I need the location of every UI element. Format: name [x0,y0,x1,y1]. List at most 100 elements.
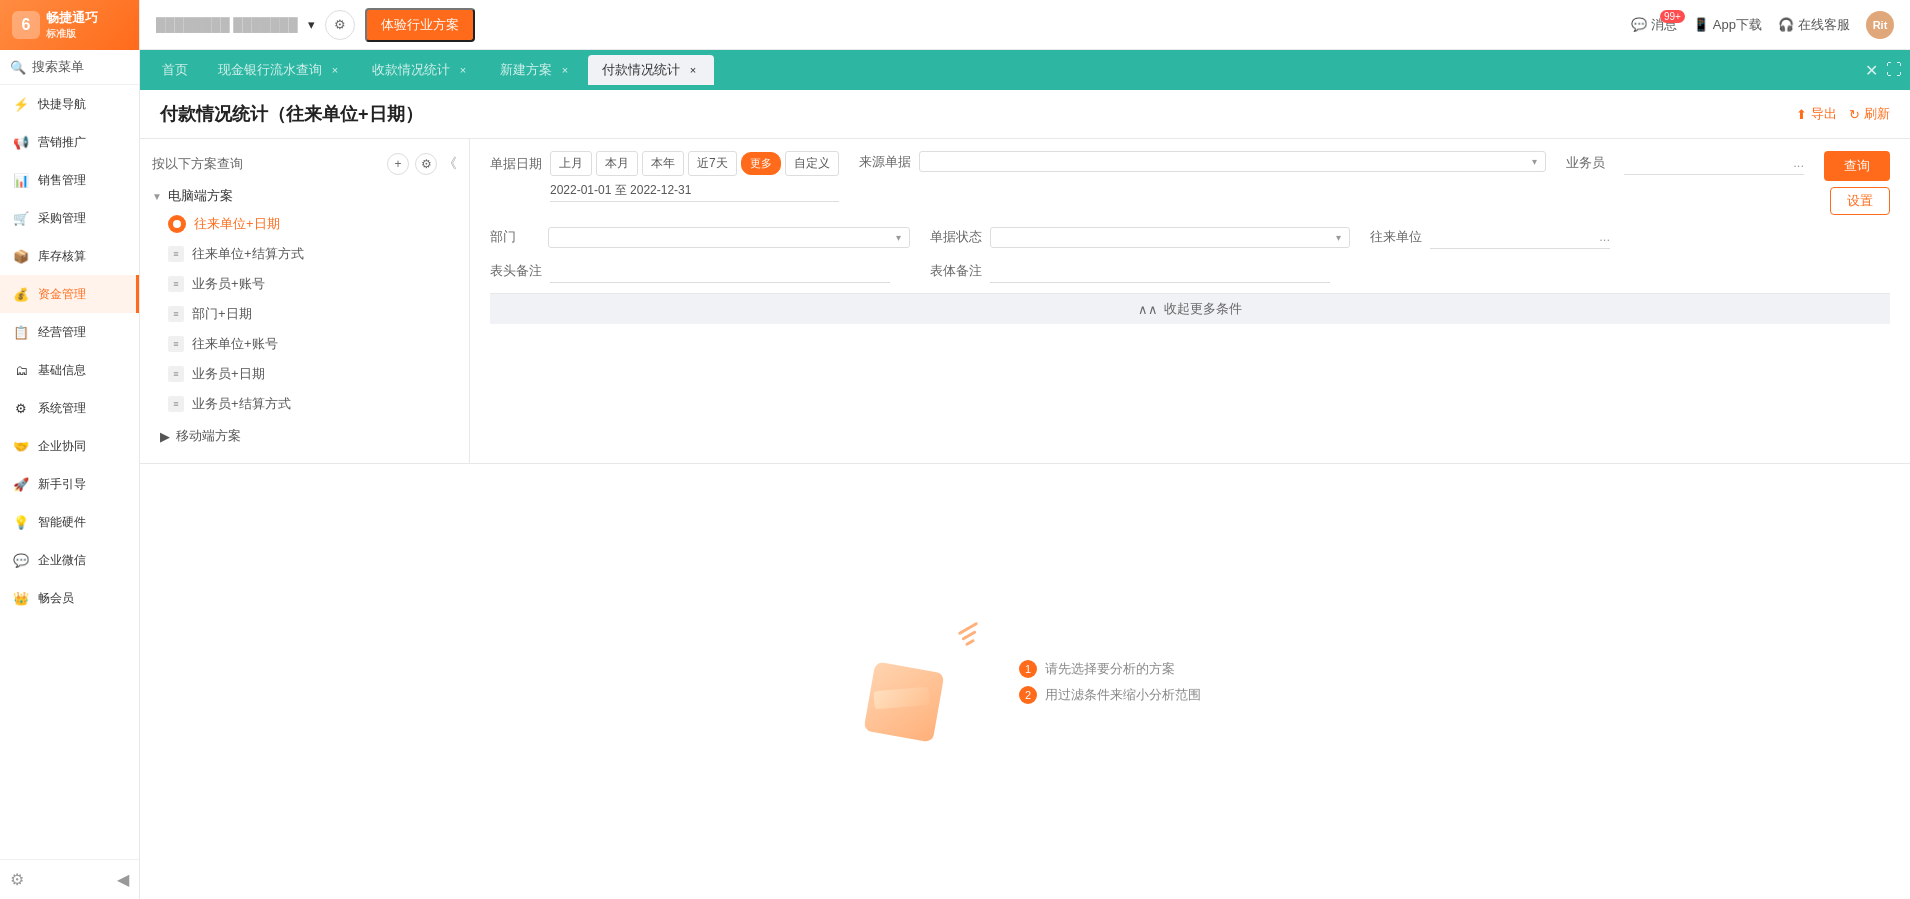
brand-label: ████████ ███████ [156,17,298,32]
scheme-item-label: 往来单位+日期 [194,215,280,233]
sidebar-item-system[interactable]: ⚙ 系统管理 [0,389,139,427]
scheme-item-salesman-account[interactable]: ≡ 业务员+账号 [140,269,469,299]
tab-home[interactable]: 首页 [148,55,202,85]
vip-icon: 👑 [12,589,30,607]
sidebar-settings-icon[interactable]: ⚙ [10,870,24,889]
tab-receipt-stats-close[interactable]: × [456,63,470,77]
partner-dots[interactable]: ... [1599,229,1610,244]
active-scheme-dot [168,215,186,233]
scheme-add-btn[interactable]: + [387,153,409,175]
dept-select[interactable]: ▾ [548,227,910,248]
scheme-item-salesman-date[interactable]: ≡ 业务员+日期 [140,359,469,389]
scheme-item-dept-date[interactable]: ≡ 部门+日期 [140,299,469,329]
refresh-icon: ↻ [1849,107,1860,122]
app-download-btn[interactable]: 📱 App下载 [1693,16,1762,34]
sidebar-item-vip[interactable]: 👑 畅会员 [0,579,139,617]
settings-btn[interactable]: 设置 [1830,187,1890,215]
scheme-desktop-group-header[interactable]: ▼ 电脑端方案 [140,183,469,209]
tab-receipt-stats-label: 收款情况统计 [372,61,450,79]
sidebar-item-label: 库存核算 [38,248,86,265]
date-btn-group: 上月 本月 本年 近7天 更多 自定义 [550,151,839,176]
sidebar-search[interactable]: 🔍 搜索菜单 [0,50,139,85]
download-icon: 📱 [1693,17,1709,32]
sidebar-item-marketing[interactable]: 📢 营销推广 [0,123,139,161]
trial-btn[interactable]: 体验行业方案 [365,8,475,42]
salesman-dots[interactable]: ... [1793,155,1804,170]
bill-status-select[interactable]: ▾ [990,227,1350,248]
source-bill-select[interactable]: ▾ [919,151,1546,172]
tab-receipt-stats[interactable]: 收款情况统计 × [358,55,484,85]
page-header-actions: ⬆ 导出 ↻ 刷新 [1796,105,1890,123]
dept-arrow: ▾ [896,232,901,243]
sidebar-item-label: 销售管理 [38,172,86,189]
scheme-item-label: 往来单位+账号 [192,335,278,353]
sidebar-item-purchase[interactable]: 🛒 采购管理 [0,199,139,237]
bill-status-label: 单据状态 [930,228,982,246]
date-btn-custom[interactable]: 自定义 [785,151,839,176]
sidebar-item-sales[interactable]: 📊 销售管理 [0,161,139,199]
tab-cash-flow-close[interactable]: × [328,63,342,77]
sidebar-item-label: 系统管理 [38,400,86,417]
sidebar-item-inventory[interactable]: 📦 库存核算 [0,237,139,275]
refresh-btn[interactable]: ↻ 刷新 [1849,105,1890,123]
inventory-icon: 📦 [12,247,30,265]
page: 付款情况统计（往来单位+日期） ⬆ 导出 ↻ 刷新 [140,90,1910,899]
scheme-settings-btn[interactable]: ⚙ [415,153,437,175]
scheme-panel-title: 按以下方案查询 [152,155,243,173]
export-btn[interactable]: ⬆ 导出 [1796,105,1837,123]
date-filter-label: 单据日期 [490,151,542,173]
topbar-dropdown[interactable]: ▾ [308,17,315,32]
sidebar-collapse-icon[interactable]: ◀ [117,870,129,889]
scheme-mobile-group-header[interactable]: ▶ 移动端方案 [140,423,469,449]
sidebar-header: 6 畅捷通巧 标准版 [0,0,139,50]
tabbar-fullscreen-btn[interactable]: ⛶ [1886,61,1902,80]
sidebar-item-label: 营销推广 [38,134,86,151]
date-btn-this-year[interactable]: 本年 [642,151,684,176]
scheme-item-partner-date[interactable]: 往来单位+日期 [140,209,469,239]
scheme-mobile-group: ▶ 移动端方案 [140,423,469,449]
sidebar-item-finance[interactable]: 💰 资金管理 [0,275,139,313]
scheme-item-salesman-settle[interactable]: ≡ 业务员+结算方式 [140,389,469,419]
sidebar-item-wechat[interactable]: 💬 企业微信 [0,541,139,579]
message-btn[interactable]: 💬 消息 99+ [1631,16,1677,34]
scheme-item-icon-bar: ≡ [168,336,184,352]
sidebar-item-label: 企业微信 [38,552,86,569]
sidebar-item-operations[interactable]: 📋 经营管理 [0,313,139,351]
partner-label: 往来单位 [1370,228,1422,246]
quick-nav-icon: ⚡ [12,95,30,113]
topbar-settings-btn[interactable]: ⚙ [325,10,355,40]
purchase-icon: 🛒 [12,209,30,227]
tab-payment-stats[interactable]: 付款情况统计 × [588,55,714,85]
sidebar-item-smart-hw[interactable]: 💡 智能硬件 [0,503,139,541]
scheme-collapse-btn[interactable]: 《 [443,155,457,173]
basic-info-icon: 🗂 [12,361,30,379]
collapse-more-btn[interactable]: ∧∧ 收起更多条件 [490,293,1890,324]
app-header-text: 畅捷通巧 标准版 [46,9,98,41]
scheme-item-label: 往来单位+结算方式 [192,245,304,263]
query-btn[interactable]: 查询 [1824,151,1890,181]
page-title: 付款情况统计（往来单位+日期） [160,102,423,126]
app-download-label: App下载 [1713,16,1762,34]
user-avatar[interactable]: Rit [1866,11,1894,39]
tab-new-scheme[interactable]: 新建方案 × [486,55,586,85]
mobile-group-arrow: ▶ [160,429,170,444]
online-service-label: 在线客服 [1798,16,1850,34]
tabbar-close-btn[interactable]: ✕ [1865,61,1878,80]
sidebar-item-basic-info[interactable]: 🗂 基础信息 [0,351,139,389]
tab-new-scheme-close[interactable]: × [558,63,572,77]
date-btn-last-month[interactable]: 上月 [550,151,592,176]
sidebar-item-guide[interactable]: 🚀 新手引导 [0,465,139,503]
date-btn-this-month[interactable]: 本月 [596,151,638,176]
scheme-item-partner-settle[interactable]: ≡ 往来单位+结算方式 [140,239,469,269]
tabbar: 首页 现金银行流水查询 × 收款情况统计 × 新建方案 × 付款情况统计 × ✕… [140,50,1910,90]
sidebar-item-enterprise[interactable]: 🤝 企业协同 [0,427,139,465]
filter-panel: 按以下方案查询 + ⚙ 《 [140,139,1910,464]
sidebar-item-quick-nav[interactable]: ⚡ 快捷导航 [0,85,139,123]
online-service-btn[interactable]: 🎧 在线客服 [1778,16,1850,34]
date-btn-more[interactable]: 更多 [741,152,781,175]
tab-cash-flow[interactable]: 现金银行流水查询 × [204,55,356,85]
desktop-group-label: 电脑端方案 [168,187,233,205]
scheme-item-partner-account[interactable]: ≡ 往来单位+账号 [140,329,469,359]
tab-payment-stats-close[interactable]: × [686,63,700,77]
date-btn-last-7-days[interactable]: 近7天 [688,151,737,176]
